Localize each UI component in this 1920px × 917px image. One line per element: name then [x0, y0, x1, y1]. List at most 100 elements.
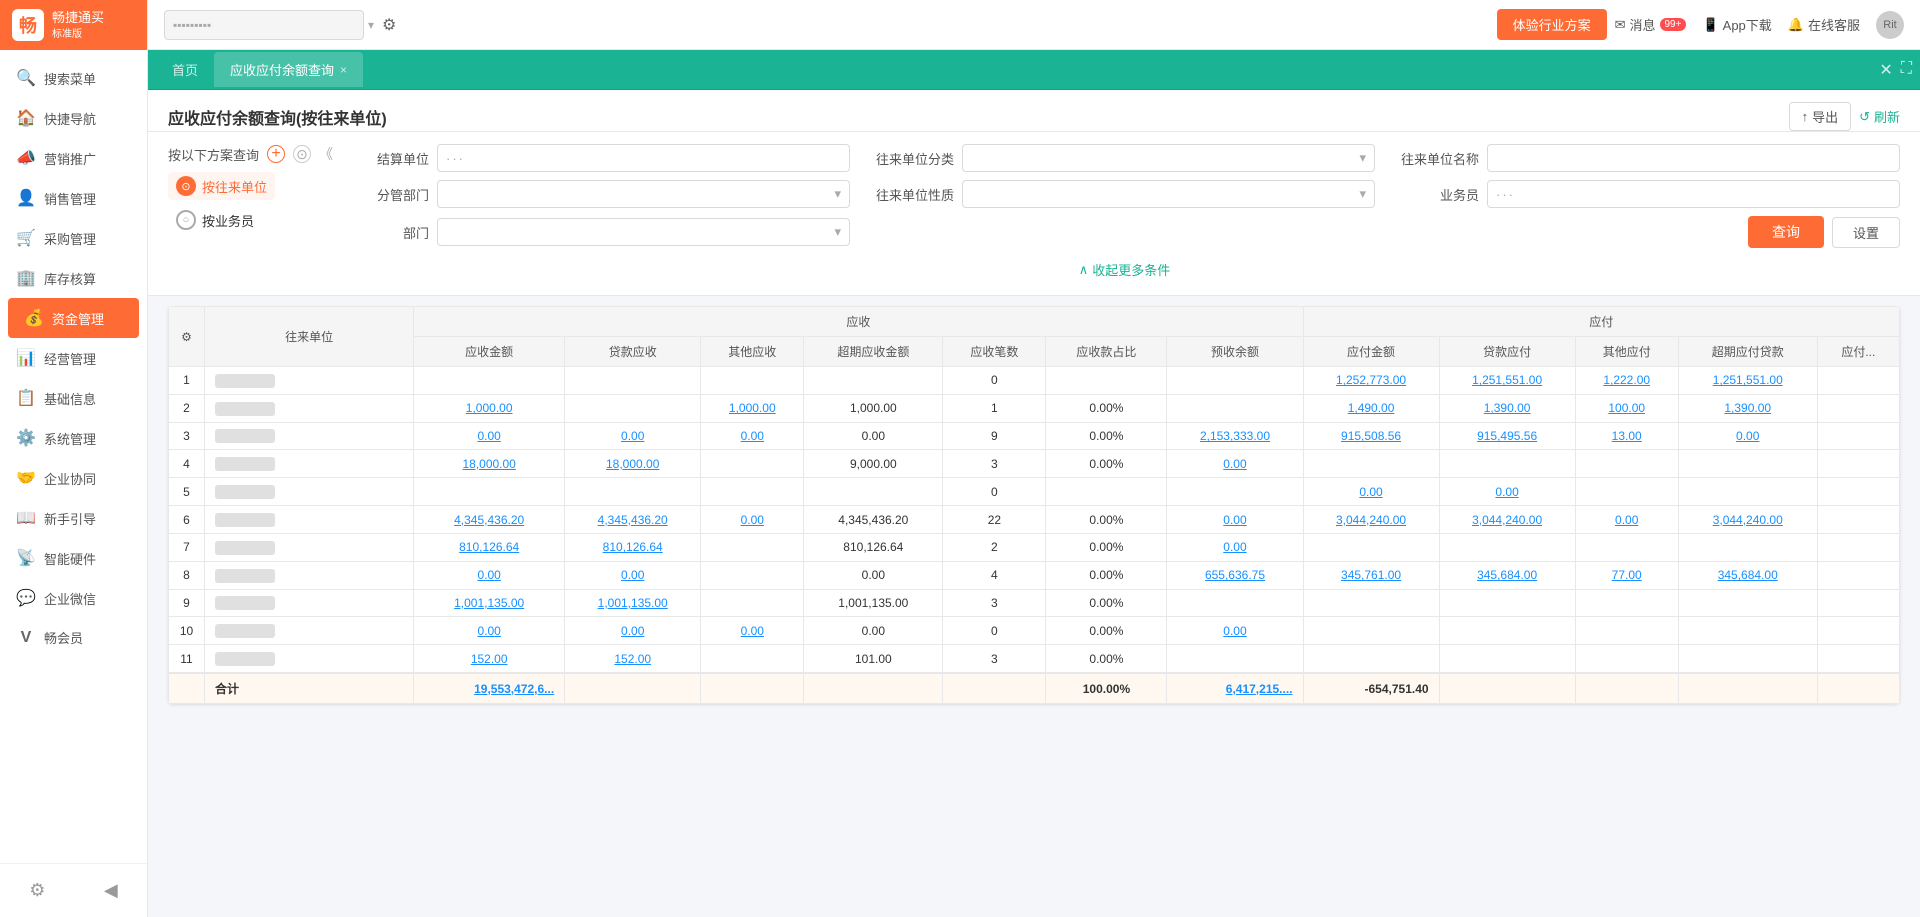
sidebar-collapse-icon[interactable]: ◀: [96, 876, 126, 905]
table-row: 3██████0.000.000.000.0090.00%2,153,333.0…: [169, 422, 1900, 450]
sidebar-item-operation[interactable]: 📊 经营管理: [0, 338, 147, 378]
filter-collapse-btn[interactable]: ∧ 收起更多条件: [349, 256, 1900, 283]
user-avatar[interactable]: Rit: [1876, 11, 1904, 39]
sidebar-item-purchase[interactable]: 🛒 采购管理: [0, 218, 147, 258]
filter-add-btn[interactable]: +: [267, 145, 285, 163]
sidebar-item-wechat[interactable]: 💬 企业微信: [0, 578, 147, 618]
filter-dept-manage: 分管部门 ▾: [349, 180, 850, 208]
dept-manage-input[interactable]: ▾: [437, 180, 850, 208]
topbar: ▪▪▪▪▪▪▪▪▪ ▾ ⚙ 体验行业方案 ✉ 消息 99+ 📱 App下载 🔔 …: [148, 0, 1920, 50]
th-gear[interactable]: ⚙: [169, 307, 205, 367]
purchase-icon: 🛒: [16, 228, 36, 248]
tab-maximize-icon[interactable]: ⛶: [1901, 60, 1912, 80]
topbar-search-area: ▪▪▪▪▪▪▪▪▪ ▾ ⚙: [164, 10, 1489, 40]
filter-by-partner[interactable]: ⊙ 按往来单位: [168, 172, 275, 200]
sidebar-item-search[interactable]: 🔍 搜索菜单: [0, 58, 147, 98]
sidebar-settings-icon[interactable]: ⚙: [21, 876, 53, 905]
export-button[interactable]: ↑ 导出: [1789, 102, 1852, 131]
partner-name-input[interactable]: [1487, 144, 1900, 172]
filter-row-3: 部门 ▾ 查询 设置: [349, 216, 1900, 248]
service-icon: 🔔: [1788, 17, 1804, 33]
sidebar-item-enterprise[interactable]: 🤝 企业协同: [0, 458, 147, 498]
th-receivable-amount: 应收金额: [414, 337, 565, 367]
th-advance-balance: 预收余额: [1167, 337, 1303, 367]
page-header: 应收应付余额查询(按往来单位) ↑ 导出 ↺ 刷新: [148, 90, 1920, 132]
th-overdue-receivable: 超期应收金额: [804, 337, 943, 367]
data-table: ⚙ 往来单位 应收 应付 应收金额 贷款应收 其他应收 超期应收金额 应收笔数 …: [168, 306, 1900, 704]
dept-input[interactable]: ▾: [437, 218, 850, 246]
online-service-button[interactable]: 🔔 在线客服: [1788, 15, 1860, 34]
main-content: 首页 应收应付余额查询 × ✕ ⛶ 应收应付余额查询(按往来单位) ↑ 导出 ↺…: [148, 50, 1920, 917]
topbar-search-box[interactable]: ▪▪▪▪▪▪▪▪▪: [164, 10, 364, 40]
logo-icon: 畅: [12, 9, 44, 41]
refresh-icon: ↺: [1859, 109, 1870, 125]
tab-close-icon[interactable]: ×: [340, 63, 347, 77]
query-button[interactable]: 查询: [1748, 216, 1824, 248]
message-badge: 99+: [1660, 18, 1687, 31]
th-overdue-payable: 超期应付贷款: [1678, 337, 1817, 367]
topbar-right: ✉ 消息 99+ 📱 App下载 🔔 在线客服 Rit: [1615, 11, 1904, 39]
total-row: 合计 19,553,472,6... 100.00% 6,417,215....…: [169, 673, 1900, 704]
tab-bar-right: ✕ ⛶: [1879, 60, 1912, 80]
promo-button[interactable]: 体验行业方案: [1497, 9, 1607, 40]
total-advance-balance[interactable]: 6,417,215....: [1167, 673, 1303, 704]
finance-icon: 💰: [24, 308, 44, 328]
filter-settings-btn[interactable]: ⊙: [293, 145, 311, 163]
sidebar-nav: 🔍 搜索菜单 🏠 快捷导航 📣 营销推广 👤 销售管理 🛒 采购管理 🏢 库存核…: [0, 50, 147, 863]
filter-row-2: 分管部门 ▾ 往来单位性质 ▾: [349, 180, 1900, 208]
settlement-unit-input[interactable]: ···: [437, 144, 850, 172]
iot-icon: 📡: [16, 548, 36, 568]
total-receivable-amount[interactable]: 19,553,472,6...: [414, 673, 565, 704]
message-button[interactable]: ✉ 消息 99+: [1615, 15, 1687, 34]
filter-collapse-btn-left[interactable]: 《: [319, 144, 333, 164]
th-payable-amount: 应付金额: [1303, 337, 1439, 367]
wechat-icon: 💬: [16, 588, 36, 608]
sidebar-logo: 畅 畅捷通买 标准版: [0, 0, 147, 50]
setting-button[interactable]: 设置: [1832, 217, 1900, 248]
inventory-icon: 🏢: [16, 268, 36, 288]
filter-by-staff[interactable]: ○ 按业务员: [168, 206, 275, 234]
sidebar-item-basic[interactable]: 📋 基础信息: [0, 378, 147, 418]
tab-home[interactable]: 首页: [156, 52, 214, 87]
table-row: 9██████1,001,135.001,001,135.001,001,135…: [169, 589, 1900, 617]
sidebar-item-iot[interactable]: 📡 智能硬件: [0, 538, 147, 578]
partner-category-input[interactable]: ▾: [962, 144, 1375, 172]
avatar-circle: Rit: [1876, 11, 1904, 39]
table-row: 10██████0.000.000.000.0000.00%0.00: [169, 617, 1900, 645]
table-row: 4██████18,000.0018,000.009,000.0030.00%0…: [169, 450, 1900, 478]
tab-close-window-icon[interactable]: ✕: [1879, 60, 1892, 80]
topbar-gear-icon[interactable]: ⚙: [382, 15, 396, 35]
th-payable-extra: 应付...: [1817, 337, 1899, 367]
filter-fields-section: 结算单位 ··· 往来单位分类 ▾: [349, 144, 1900, 283]
guide-icon: 📖: [16, 508, 36, 528]
sidebar-item-system[interactable]: ⚙️ 系统管理: [0, 418, 147, 458]
th-partner: 往来单位: [205, 307, 414, 367]
sidebar-item-inventory[interactable]: 🏢 库存核算: [0, 258, 147, 298]
filter-partner-name: 往来单位名称: [1399, 144, 1900, 172]
sidebar-item-member[interactable]: V 畅会员: [0, 618, 147, 657]
sidebar-item-finance[interactable]: 💰 资金管理: [8, 298, 139, 338]
filter-partner-category: 往来单位分类 ▾: [874, 144, 1375, 172]
sidebar-item-guide[interactable]: 📖 新手引导: [0, 498, 147, 538]
message-icon: ✉: [1615, 17, 1626, 33]
table-row: 11██████152.00152.00101.0030.00%: [169, 645, 1900, 673]
filter-settlement-unit: 结算单位 ···: [349, 144, 850, 172]
tab-receivable[interactable]: 应收应付余额查询 ×: [214, 52, 363, 87]
sidebar-item-quicknav[interactable]: 🏠 快捷导航: [0, 98, 147, 138]
salesperson-input[interactable]: ···: [1487, 180, 1900, 208]
basic-icon: 📋: [16, 388, 36, 408]
app-download-button[interactable]: 📱 App下载: [1702, 15, 1771, 34]
sidebar-item-marketing[interactable]: 📣 营销推广: [0, 138, 147, 178]
search-icon: 🔍: [16, 68, 36, 88]
sidebar-item-sales[interactable]: 👤 销售管理: [0, 178, 147, 218]
system-icon: ⚙️: [16, 428, 36, 448]
table-row: 1██████01,252,773.001,251,551.001,222.00…: [169, 367, 1900, 395]
partner-nature-input[interactable]: ▾: [962, 180, 1375, 208]
refresh-button[interactable]: ↺ 刷新: [1859, 107, 1900, 126]
filter-area: 按以下方案查询 + ⊙ 《 ⊙ 按往来单位 ○: [148, 132, 1920, 296]
th-receivable-group: 应收: [414, 307, 1303, 337]
topbar-chevron-icon[interactable]: ▾: [368, 18, 374, 32]
table-row: 8██████0.000.000.0040.00%655,636.75345,7…: [169, 561, 1900, 589]
table-row: 6██████4,345,436.204,345,436.200.004,345…: [169, 506, 1900, 534]
enterprise-icon: 🤝: [16, 468, 36, 488]
